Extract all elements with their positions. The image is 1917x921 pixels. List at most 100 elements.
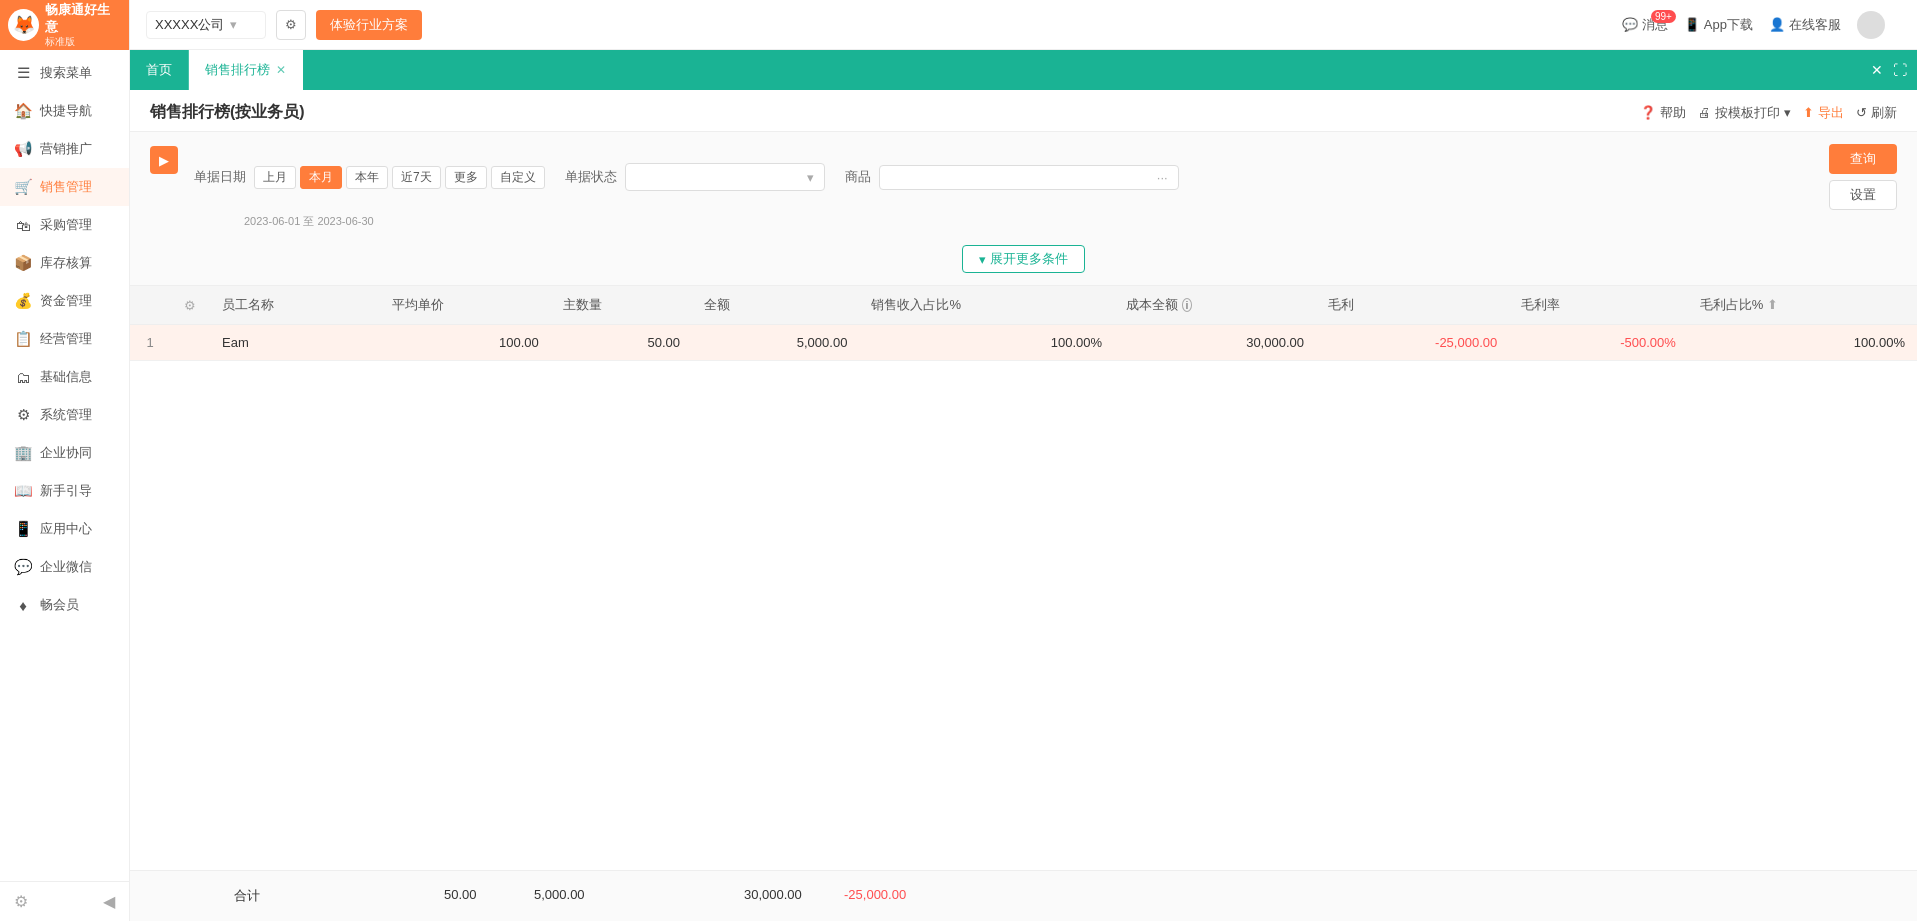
status-filter-group: 单据状态 ▾ (565, 163, 825, 191)
cell-sales-pct-0: 100.00% (859, 325, 1114, 361)
sidebar-item-marketing[interactable]: 📢营销推广 (0, 130, 129, 168)
date-btn-more[interactable]: 更多 (445, 166, 487, 189)
sidebar-item-app-center[interactable]: 📱应用中心 (0, 510, 129, 548)
sidebar-item-quick-nav[interactable]: 🏠快捷导航 (0, 92, 129, 130)
sidebar-item-sales[interactable]: 🛒销售管理 (0, 168, 129, 206)
status-select[interactable]: ▾ (625, 163, 825, 191)
sidebar-item-inventory[interactable]: 📦 库存核算 (0, 244, 129, 282)
tab-label-sales-rank: 销售排行榜 (205, 61, 270, 79)
message-button[interactable]: 💬 消息 99+ (1622, 16, 1668, 34)
footer-settings (182, 881, 222, 911)
footer-label: 合计 (222, 881, 342, 911)
sidebar-item-system[interactable]: ⚙系统管理 (0, 396, 129, 434)
cell-rank-0: 1 (130, 325, 170, 361)
footer-sales-pct (612, 881, 732, 911)
close-all-icon[interactable]: ✕ (1871, 62, 1883, 78)
cell-main-qty-0: 50.00 (551, 325, 692, 361)
inventory-icon: 📦 (14, 254, 32, 272)
status-label: 单据状态 (565, 168, 617, 186)
help-button[interactable]: ❓ 帮助 (1640, 104, 1686, 122)
date-btn-last-month[interactable]: 上月 (254, 166, 296, 189)
enterprise-icon: 🏢 (14, 444, 32, 462)
sales-icon: 🛒 (14, 178, 32, 196)
help-label: 帮助 (1660, 104, 1686, 122)
print-button[interactable]: 🖨 按模板打印 ▾ (1698, 104, 1791, 122)
col-name: 员工名称 (210, 286, 380, 325)
date-btn-custom[interactable]: 自定义 (491, 166, 545, 189)
expand-label: 展开更多条件 (990, 250, 1068, 268)
collapse-icon[interactable]: ◀ (103, 892, 115, 911)
status-value (636, 168, 803, 186)
query-button-group: 查询 设置 (1829, 144, 1897, 210)
export-button[interactable]: ⬆ 导出 (1803, 104, 1844, 122)
sidebar-item-purchase[interactable]: 🛍采购管理 (0, 206, 129, 244)
col-rank (130, 286, 170, 325)
date-filter-group: 单据日期 上月本月本年近7天更多自定义 (194, 166, 545, 189)
sidebar-item-operations[interactable]: 📋经营管理 (0, 320, 129, 358)
tab-sales-rank[interactable]: 销售排行榜 ✕ (189, 50, 303, 90)
table-header: ⚙ 员工名称 平均单价 主数量 全额 销售收入占比% 成本全额 i 毛利 毛利率… (130, 286, 1917, 325)
quick-nav-icon: 🏠 (14, 102, 32, 120)
sidebar-nav: ☰搜索菜单🏠快捷导航📢营销推广🛒销售管理🛍采购管理 📦 库存核算 💰资金管理📋经营管理… (0, 50, 129, 881)
expand-conditions-button[interactable]: ▾ 展开更多条件 (962, 245, 1085, 273)
refresh-button[interactable]: ↺ 刷新 (1856, 104, 1897, 122)
sidebar-item-finance[interactable]: 💰资金管理 (0, 282, 129, 320)
date-buttons: 上月本月本年近7天更多自定义 (254, 166, 545, 189)
col-sales-pct: 销售收入占比% (859, 286, 1114, 325)
trial-button[interactable]: 体验行业方案 (316, 10, 422, 40)
filter-toggle-button[interactable]: ▶ (150, 146, 178, 174)
logo-main: 畅康通好生意 (45, 2, 121, 36)
tab-close-sales-rank[interactable]: ✕ (276, 63, 286, 77)
tab-label-home: 首页 (146, 61, 172, 79)
cell-settings-0 (170, 325, 210, 361)
app-download-button[interactable]: 📱 App下载 (1684, 16, 1753, 34)
cell-avg-price-0: 100.00 (380, 325, 550, 361)
topbar: XXXXX公司 ▾ ⚙ 体验行业方案 💬 消息 99+ 📱 App下载 👤 在线… (130, 0, 1917, 50)
sidebar-label-basic-info: 基础信息 (40, 368, 92, 386)
page-header: 销售排行榜(按业务员) ❓ 帮助 🖨 按模板打印 ▾ ⬆ 导出 (130, 90, 1917, 132)
query-button[interactable]: 查询 (1829, 144, 1897, 174)
logo-sub: 标准版 (45, 35, 121, 48)
settings-button[interactable]: ⚙ (276, 10, 306, 40)
col-gross-pct: 毛利占比% ⬆ (1688, 286, 1917, 325)
online-service-button[interactable]: 👤 在线客服 (1769, 16, 1841, 34)
sidebar-label-app-center: 应用中心 (40, 520, 92, 538)
footer-amount: 5,000.00 (522, 881, 612, 911)
sidebar-item-member[interactable]: ♦畅会员 (0, 586, 129, 624)
date-btn-this-month[interactable]: 本月 (300, 166, 342, 189)
tabbar: 首页 销售排行榜 ✕ ✕ ⛶ (130, 50, 1917, 90)
date-btn-7days[interactable]: 近7天 (392, 166, 441, 189)
table-body: 1 Eam 100.00 50.00 5,000.00 100.00% 30,0… (130, 325, 1917, 361)
goods-more-icon[interactable]: ··· (1157, 170, 1168, 185)
col-gross: 毛利 (1316, 286, 1509, 325)
col-cost: 成本全额 i (1114, 286, 1316, 325)
settings-icon[interactable]: ⚙ (14, 892, 28, 911)
tab-home[interactable]: 首页 (130, 50, 189, 90)
company-selector[interactable]: XXXXX公司 ▾ (146, 11, 266, 39)
filter-settings-button[interactable]: 设置 (1829, 180, 1897, 210)
sidebar-item-search-order[interactable]: ☰搜索菜单 (0, 54, 129, 92)
basic-info-icon: 🗂 (14, 369, 32, 386)
sidebar-footer: ⚙ ◀ (0, 881, 129, 921)
export-icon: ⬆ (1803, 105, 1814, 120)
date-btn-this-year[interactable]: 本年 (346, 166, 388, 189)
expand-icon[interactable]: ⛶ (1893, 62, 1907, 78)
help-icon: ❓ (1640, 105, 1656, 120)
system-icon: ⚙ (14, 406, 32, 424)
wechat-icon: 💬 (14, 558, 32, 576)
sidebar-item-enterprise[interactable]: 🏢企业协同 (0, 434, 129, 472)
goods-input[interactable]: ··· (879, 165, 1179, 190)
sidebar-label-inventory: 库存核算 (40, 254, 92, 272)
footer-gross-rate (932, 881, 1022, 911)
col-settings[interactable]: ⚙ (170, 286, 210, 325)
search-order-icon: ☰ (14, 64, 32, 82)
sidebar-item-wechat[interactable]: 💬企业微信 (0, 548, 129, 586)
logo-icon: 🦊 (8, 9, 39, 41)
footer-cost: 30,000.00 (732, 881, 832, 911)
sidebar-item-basic-info[interactable]: 🗂 基础信息 (0, 358, 129, 396)
footer-rank (142, 881, 182, 911)
content-area: 销售排行榜(按业务员) ❓ 帮助 🖨 按模板打印 ▾ ⬆ 导出 (130, 90, 1917, 921)
sidebar-label-marketing: 营销推广 (40, 140, 92, 158)
avatar[interactable] (1857, 11, 1885, 39)
sidebar-item-guide[interactable]: 📖新手引导 (0, 472, 129, 510)
